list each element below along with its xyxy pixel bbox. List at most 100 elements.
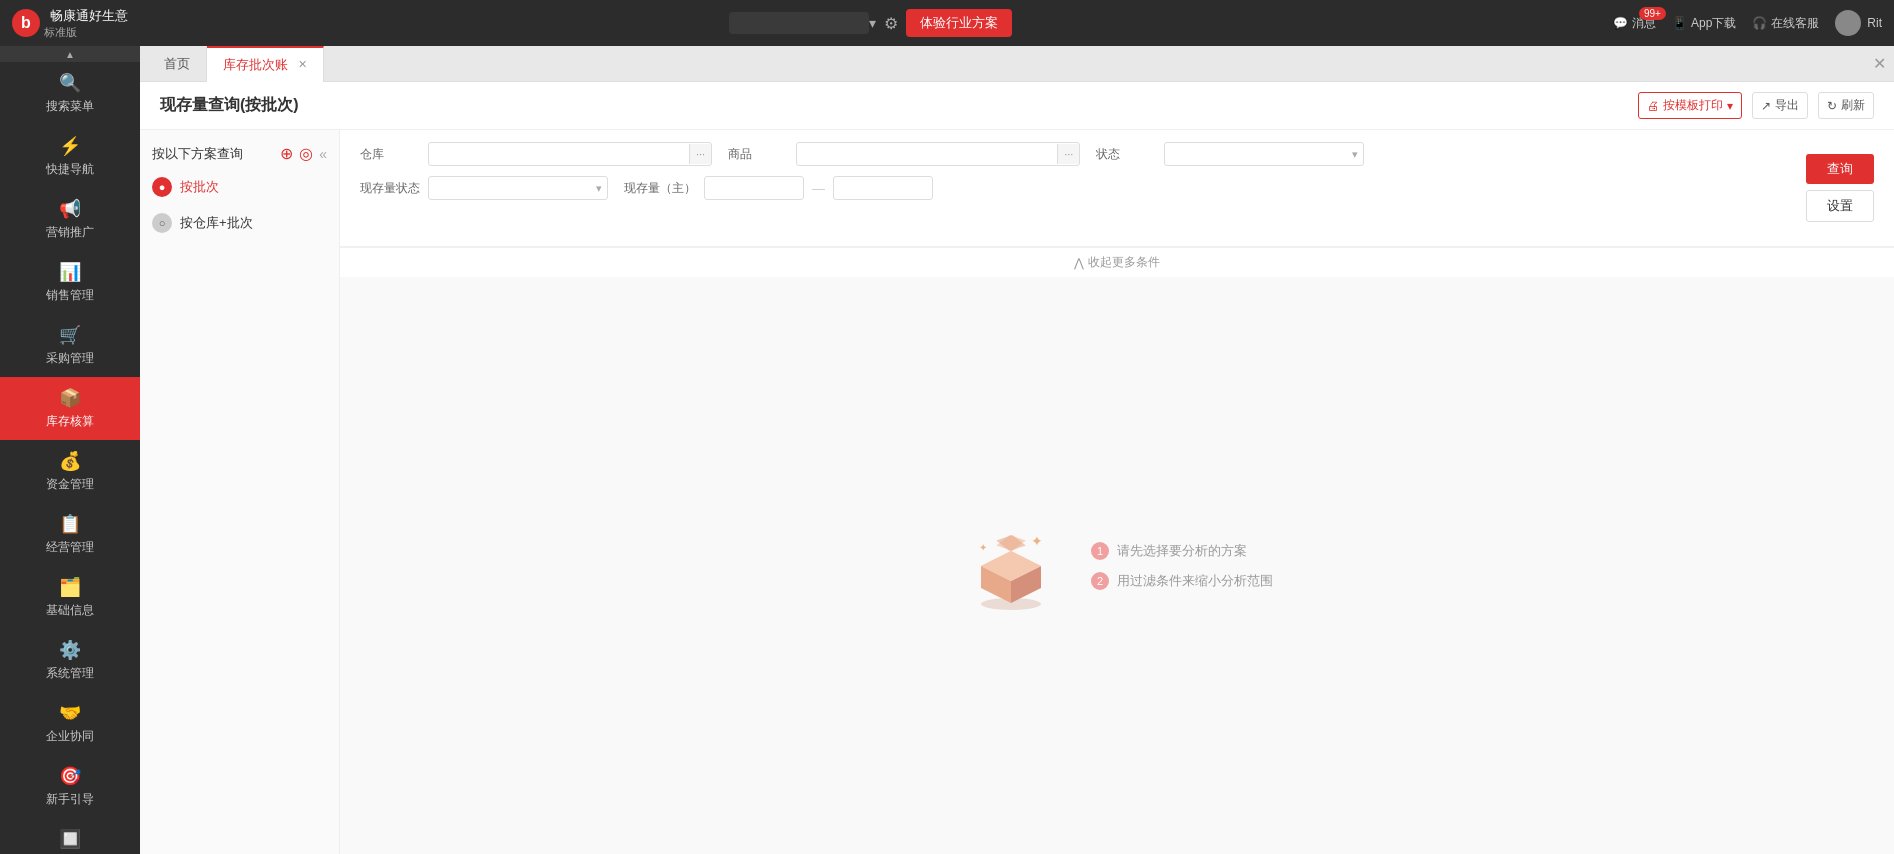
- topbar-gear-icon[interactable]: ⚙: [884, 14, 898, 33]
- topbar-left: b 畅康通好生意 标准版: [12, 7, 128, 40]
- inventory-amount-to-input[interactable]: [833, 176, 933, 200]
- sidebar-label-operations: 经营管理: [46, 539, 94, 556]
- purchase-icon: 🛒: [59, 324, 81, 346]
- empty-tips: 1 请先选择要分析的方案 2 用过滤条件来缩小分析范围: [1091, 542, 1273, 590]
- status-select[interactable]: 正常 锁定 停用: [1164, 142, 1364, 166]
- messages-btn[interactable]: 💬 消息 99+: [1613, 15, 1656, 32]
- sidebar-label-newbie: 新手引导: [46, 791, 94, 808]
- sidebar-item-marketing[interactable]: 📢 营销推广: [0, 188, 140, 251]
- sidebar-label-quick-nav: 快捷导航: [46, 161, 94, 178]
- tab-batch-account[interactable]: 库存批次账 ✕: [207, 46, 324, 82]
- sidebar: ▲ 🔍 搜索菜单 ⚡ 快捷导航 📢 营销推广 📊 销售管理 🛒 采购管理 📦 库…: [0, 46, 140, 854]
- batch-tab-close-icon[interactable]: ✕: [298, 58, 307, 71]
- inventory-amount-label: 现存量（主）: [624, 180, 696, 197]
- sidebar-label-search-menu: 搜索菜单: [46, 98, 94, 115]
- collapse-conditions-btn[interactable]: ⋀ 收起更多条件: [340, 247, 1894, 277]
- inventory-amount-from-input[interactable]: [704, 176, 804, 200]
- tab-bar-close-btn[interactable]: ✕: [1873, 54, 1886, 73]
- marketing-icon: 📢: [59, 198, 81, 220]
- product-dots-btn[interactable]: ···: [1057, 144, 1079, 164]
- page-header: 现存量查询(按批次) 🖨 按模板打印 ▾ ↗ 导出 ↻ 刷新: [140, 82, 1894, 130]
- empty-box-svg: ✦ ✦: [961, 516, 1061, 616]
- export-btn[interactable]: ↗ 导出: [1752, 92, 1808, 119]
- warehouse-input-area: ···: [428, 142, 712, 166]
- template-print-btn[interactable]: 🖨 按模板打印 ▾: [1638, 92, 1742, 119]
- svg-marker-6: [995, 532, 1027, 553]
- tip-text-2: 用过滤条件来缩小分析范围: [1117, 572, 1273, 590]
- sidebar-label-inventory: 库存核算: [46, 413, 94, 430]
- sidebar-item-basics[interactable]: 🗂️ 基础信息: [0, 566, 140, 629]
- refresh-icon: ↻: [1827, 99, 1837, 113]
- main-filter-area: 仓库 ··· 商品 ···: [340, 130, 1894, 854]
- sidebar-item-collab[interactable]: 🤝 企业协同: [0, 692, 140, 755]
- print-dropdown-icon: ▾: [1727, 99, 1733, 113]
- warehouse-dots-btn[interactable]: ···: [689, 144, 711, 164]
- inventory-icon: 📦: [59, 387, 81, 409]
- service-icon: 🎧: [1752, 16, 1767, 30]
- sidebar-item-quick-nav[interactable]: ⚡ 快捷导航: [0, 125, 140, 188]
- app-download-btn[interactable]: 📱 App下载: [1672, 15, 1736, 32]
- tip-num-2: 2: [1091, 572, 1109, 590]
- inventory-status-label: 现存量状态: [360, 180, 420, 197]
- system-icon: ⚙️: [59, 639, 81, 661]
- page-title: 现存量查询(按批次): [160, 95, 299, 116]
- status-label: 状态: [1096, 146, 1156, 163]
- warehouse-filter-group: 仓库 ···: [360, 142, 712, 166]
- status-filter-group: 状态 正常 锁定 停用: [1096, 142, 1364, 166]
- sidebar-item-finance[interactable]: 💰 资金管理: [0, 440, 140, 503]
- sidebar-label-marketing: 营销推广: [46, 224, 94, 241]
- scheme-item-by-batch[interactable]: ● 按批次: [140, 169, 339, 205]
- sidebar-label-finance: 资金管理: [46, 476, 94, 493]
- status-select-wrapper: 正常 锁定 停用: [1164, 142, 1364, 166]
- warehouse-batch-scheme-label: 按仓库+批次: [180, 214, 253, 232]
- refresh-label: 刷新: [1841, 97, 1865, 114]
- filter-scheme-wrapper: 按以下方案查询 ⊕ ◎ « ● 按批次 ○ 按仓库+批次: [140, 130, 1894, 854]
- tab-bar: 首页 库存批次账 ✕ ✕: [140, 46, 1894, 82]
- warehouse-input[interactable]: [429, 143, 689, 165]
- sidebar-item-newbie[interactable]: 🎯 新手引导: [0, 755, 140, 818]
- user-profile-btn[interactable]: Rit: [1835, 10, 1882, 36]
- template-print-label: 按模板打印: [1663, 97, 1723, 114]
- amount-separator: —: [812, 181, 825, 196]
- app-edition: 标准版: [44, 25, 128, 40]
- operations-icon: 📋: [59, 513, 81, 535]
- collapse-up-icon: ⋀: [1074, 256, 1084, 270]
- content-area: 首页 库存批次账 ✕ ✕ 现存量查询(按批次) 🖨 按模板打印 ▾ ↗ 导出: [140, 46, 1894, 854]
- scheme-collapse-icon[interactable]: «: [319, 146, 327, 162]
- sidebar-item-operations[interactable]: 📋 经营管理: [0, 503, 140, 566]
- search-dropdown-btn[interactable]: ▾: [869, 15, 876, 31]
- sidebar-item-appstore[interactable]: 🔲 应用中心: [0, 818, 140, 854]
- finance-icon: 💰: [59, 450, 81, 472]
- batch-tab-label: 库存批次账: [223, 56, 288, 74]
- product-label: 商品: [728, 146, 788, 163]
- page-header-actions: 🖨 按模板打印 ▾ ↗ 导出 ↻ 刷新: [1638, 92, 1874, 119]
- experience-industry-btn[interactable]: 体验行业方案: [906, 9, 1012, 37]
- tip-text-1: 请先选择要分析的方案: [1117, 542, 1247, 560]
- export-icon: ↗: [1761, 99, 1771, 113]
- sidebar-item-system[interactable]: ⚙️ 系统管理: [0, 629, 140, 692]
- inventory-status-select[interactable]: 有库存 无库存 全部: [428, 176, 608, 200]
- sidebar-label-purchase: 采购管理: [46, 350, 94, 367]
- sidebar-scroll-up[interactable]: ▲: [0, 46, 140, 62]
- scheme-item-warehouse-batch[interactable]: ○ 按仓库+批次: [140, 205, 339, 241]
- sidebar-item-sales[interactable]: 📊 销售管理: [0, 251, 140, 314]
- settings-btn[interactable]: 设置: [1806, 190, 1874, 222]
- product-input[interactable]: [797, 143, 1057, 165]
- sidebar-item-inventory[interactable]: 📦 库存核算: [0, 377, 140, 440]
- sidebar-item-search-menu[interactable]: 🔍 搜索菜单: [0, 62, 140, 125]
- product-filter-group: 商品 ···: [728, 142, 1080, 166]
- home-tab-label: 首页: [164, 55, 190, 73]
- batch-scheme-label: 按批次: [180, 178, 219, 196]
- empty-illustration: ✦ ✦: [961, 516, 1061, 616]
- query-btn[interactable]: 查询: [1806, 154, 1874, 184]
- sidebar-item-purchase[interactable]: 🛒 采购管理: [0, 314, 140, 377]
- refresh-btn[interactable]: ↻ 刷新: [1818, 92, 1874, 119]
- export-label: 导出: [1775, 97, 1799, 114]
- scheme-settings-icon[interactable]: ◎: [299, 144, 313, 163]
- online-service-btn[interactable]: 🎧 在线客服: [1752, 15, 1819, 32]
- sales-icon: 📊: [59, 261, 81, 283]
- user-name: Rit: [1867, 16, 1882, 30]
- appstore-icon: 🔲: [59, 828, 81, 850]
- scheme-add-icon[interactable]: ⊕: [280, 144, 293, 163]
- tab-home[interactable]: 首页: [148, 46, 207, 82]
